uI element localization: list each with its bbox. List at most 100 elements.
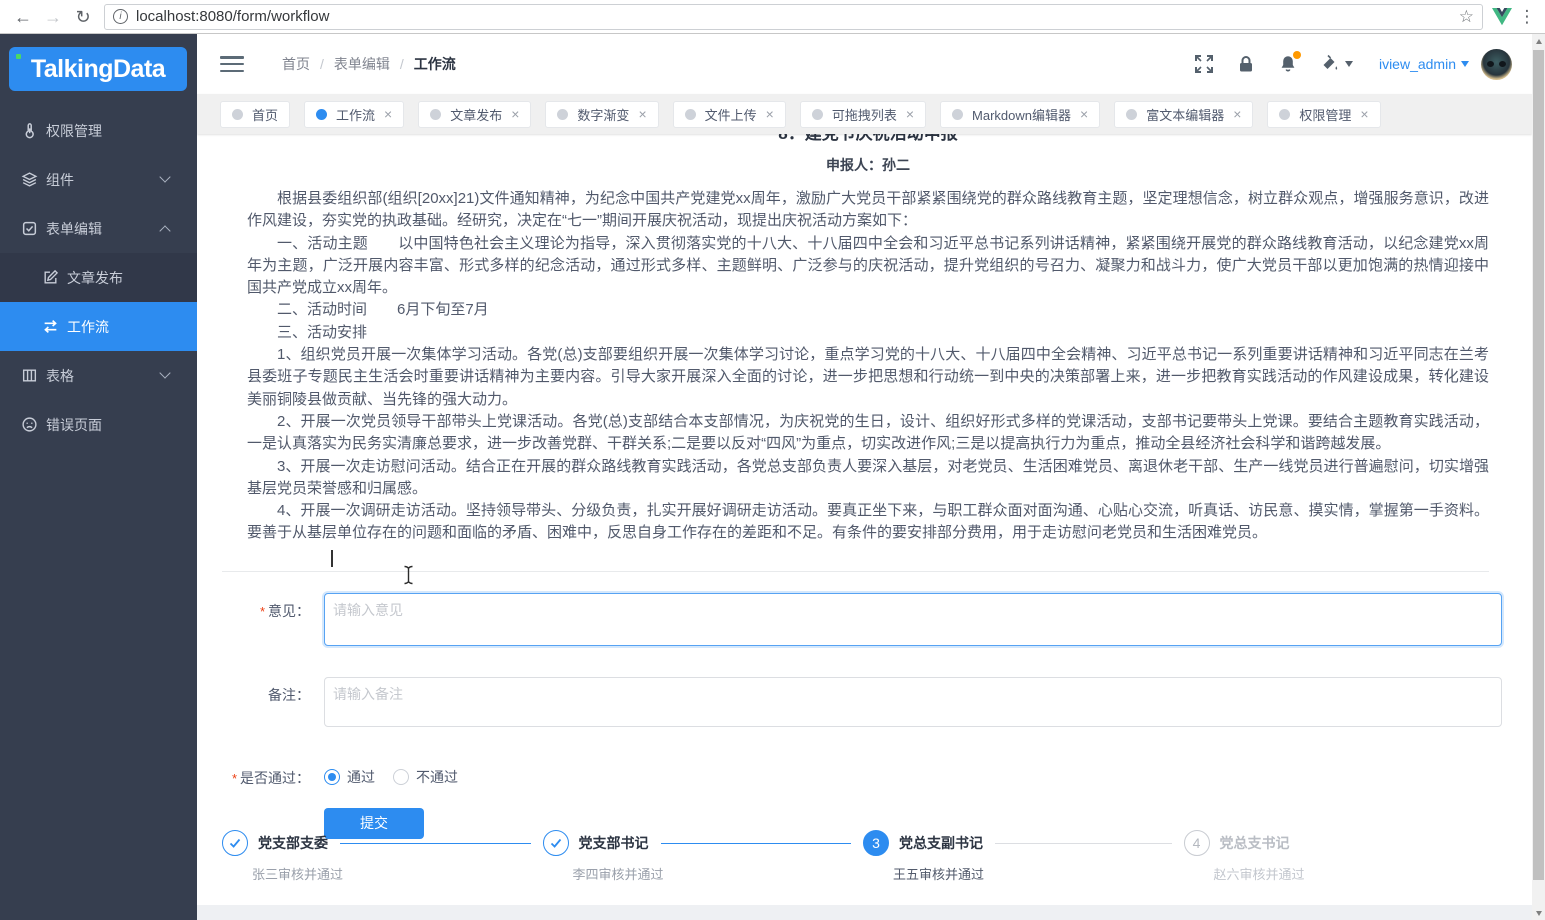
page-content: 8：建党节庆祝活动申报 申报人：孙二 根据县委组织部(组织[20xx]21)文件… (197, 134, 1532, 905)
breadcrumb-home[interactable]: 首页 (282, 54, 310, 74)
close-icon[interactable]: × (766, 107, 774, 121)
tab-permission[interactable]: 权限管理 × (1267, 100, 1381, 128)
sidebar-item-components[interactable]: 组件 (0, 155, 197, 204)
tab-dot-icon (232, 108, 243, 120)
tab-home[interactable]: 首页 (220, 100, 291, 128)
lock-icon[interactable] (1236, 54, 1256, 74)
tab-number-gradient[interactable]: 数字渐变 × (545, 100, 659, 128)
address-bar[interactable]: i localhost:8080/form/workflow ☆ (104, 3, 1483, 30)
vue-devtools-icon[interactable] (1491, 7, 1513, 27)
page-scrollbar[interactable] (1532, 34, 1545, 920)
pass-row: * 是否通过： 通过 不通过 (197, 758, 1502, 788)
sidebar-item-form-edit[interactable]: 表单编辑 (0, 204, 197, 253)
tab-dot-icon (952, 108, 964, 120)
remark-control (324, 676, 1502, 732)
error-face-icon (21, 416, 38, 433)
approval-form: *意见： 备注： (197, 592, 1532, 839)
browser-back-icon[interactable]: ← (8, 2, 38, 32)
workflow-article: 8：建党节庆祝活动申报 申报人：孙二 根据县委组织部(组织[20xx]21)文件… (197, 134, 1532, 545)
tab-workflow[interactable]: 工作流 × (304, 100, 405, 128)
tab-richtext-editor[interactable]: 富文本编辑器 × (1114, 100, 1254, 128)
close-icon[interactable]: × (906, 107, 914, 121)
scroll-up-arrow-icon[interactable] (1532, 34, 1545, 48)
radio-fail[interactable] (393, 768, 409, 785)
browser-menu-icon[interactable]: ⋮ (1513, 7, 1541, 27)
sidebar-item-label: 权限管理 (46, 122, 102, 139)
sidebar-item-workflow[interactable]: 工作流 (0, 302, 197, 351)
tab-label: 文章发布 (450, 107, 503, 123)
sidebar-item-label: 文章发布 (67, 269, 123, 286)
tab-markdown-editor[interactable]: Markdown编辑器 × (940, 100, 1101, 128)
sidebar-item-label: 表格 (46, 367, 74, 384)
radio-pass-label[interactable]: 通过 (347, 767, 375, 787)
chevron-up-icon (159, 225, 171, 237)
step-connector (995, 842, 1172, 844)
swap-arrows-icon (42, 318, 59, 335)
opinion-textarea[interactable] (324, 592, 1502, 646)
tab-dot-icon (811, 108, 823, 120)
talkingdata-logo[interactable]: TalkingData (9, 47, 187, 91)
tab-label: 可拖拽列表 (831, 107, 897, 123)
opinion-control (324, 592, 1502, 651)
article-paragraph: 二、活动时间 6月下旬至7月 (277, 301, 489, 319)
sidebar-item-label: 工作流 (67, 318, 109, 335)
scroll-down-arrow-icon[interactable] (1532, 906, 1545, 920)
tab-dot-icon (430, 108, 442, 120)
radio-fail-label[interactable]: 不通过 (416, 767, 458, 787)
step-check-icon (222, 830, 248, 856)
remark-textarea[interactable] (324, 676, 1502, 727)
browser-toolbar: ← → ↻ i localhost:8080/form/workflow ☆ ⋮ (0, 0, 1545, 34)
header-actions: iview_admin (1172, 48, 1512, 80)
sidebar-item-error-pages[interactable]: 错误页面 (0, 400, 197, 449)
tab-file-upload[interactable]: 文件上传 × (672, 100, 786, 128)
step-number: 4 (1183, 830, 1210, 856)
hamburger-menu-icon[interactable] (220, 56, 244, 72)
close-icon[interactable]: × (511, 107, 519, 121)
sidebar-item-article-publish[interactable]: 文章发布 (0, 253, 197, 302)
bookmark-star-icon[interactable]: ☆ (1459, 7, 1474, 27)
theme-bucket-icon[interactable] (1320, 54, 1353, 74)
username: iview_admin (1378, 56, 1456, 72)
bell-icon[interactable] (1278, 51, 1301, 74)
chevron-down-icon (159, 367, 171, 379)
tab-label: 权限管理 (1299, 107, 1352, 123)
pass-radio-group: 通过 不通过 (324, 758, 1502, 788)
tab-dot-icon (684, 108, 696, 120)
browser-refresh-icon[interactable]: ↻ (68, 2, 98, 32)
close-icon[interactable]: × (1080, 107, 1088, 121)
avatar[interactable] (1481, 48, 1512, 80)
breadcrumb-separator: / (320, 56, 324, 72)
tab-draggable-list[interactable]: 可拖拽列表 × (799, 100, 927, 128)
article-paragraph: 1、组织党员开展一次集体学习活动。各党(总)支部要组织开展一次集体学习讨论，重点… (247, 346, 1489, 408)
pass-label: * 是否通过： (231, 769, 310, 786)
tab-dot-icon (1279, 108, 1291, 120)
site-info-icon[interactable]: i (113, 9, 128, 24)
remark-label: 备注： (268, 686, 310, 703)
breadcrumb-form-edit[interactable]: 表单编辑 (334, 54, 390, 74)
scrollbar-thumb[interactable] (1533, 50, 1544, 880)
sidebar-item-permission[interactable]: 权限管理 (0, 106, 197, 155)
tab-article-publish[interactable]: 文章发布 × (418, 100, 532, 128)
sidebar-item-label: 组件 (46, 171, 74, 188)
article-applicant: 申报人：孙二 (826, 157, 910, 173)
step-content: 王五审核并通过 (893, 867, 985, 882)
sidebar: TalkingData 权限管理 组件 表单编辑 文章发布 工作流 表格 错误页… (0, 34, 197, 920)
user-menu[interactable]: iview_admin (1378, 48, 1512, 80)
fullscreen-icon[interactable] (1194, 54, 1214, 74)
step-title: 党支部支委 (258, 835, 328, 851)
caret-down-icon (1344, 61, 1353, 67)
close-icon[interactable]: × (384, 107, 392, 121)
browser-forward-icon[interactable]: → (38, 2, 68, 32)
thermometer-icon (21, 122, 38, 139)
close-icon[interactable]: × (1233, 107, 1241, 121)
required-asterisk: * (259, 603, 265, 619)
step-check-icon (542, 830, 569, 856)
url-text[interactable]: localhost:8080/form/workflow (136, 8, 1451, 25)
table-icon (21, 367, 38, 384)
step-connector (660, 842, 851, 844)
close-icon[interactable]: × (638, 107, 646, 121)
close-icon[interactable]: × (1360, 107, 1368, 121)
radio-pass[interactable] (324, 768, 340, 785)
sidebar-item-tables[interactable]: 表格 (0, 351, 197, 400)
logo-text: TalkingData (30, 54, 166, 83)
